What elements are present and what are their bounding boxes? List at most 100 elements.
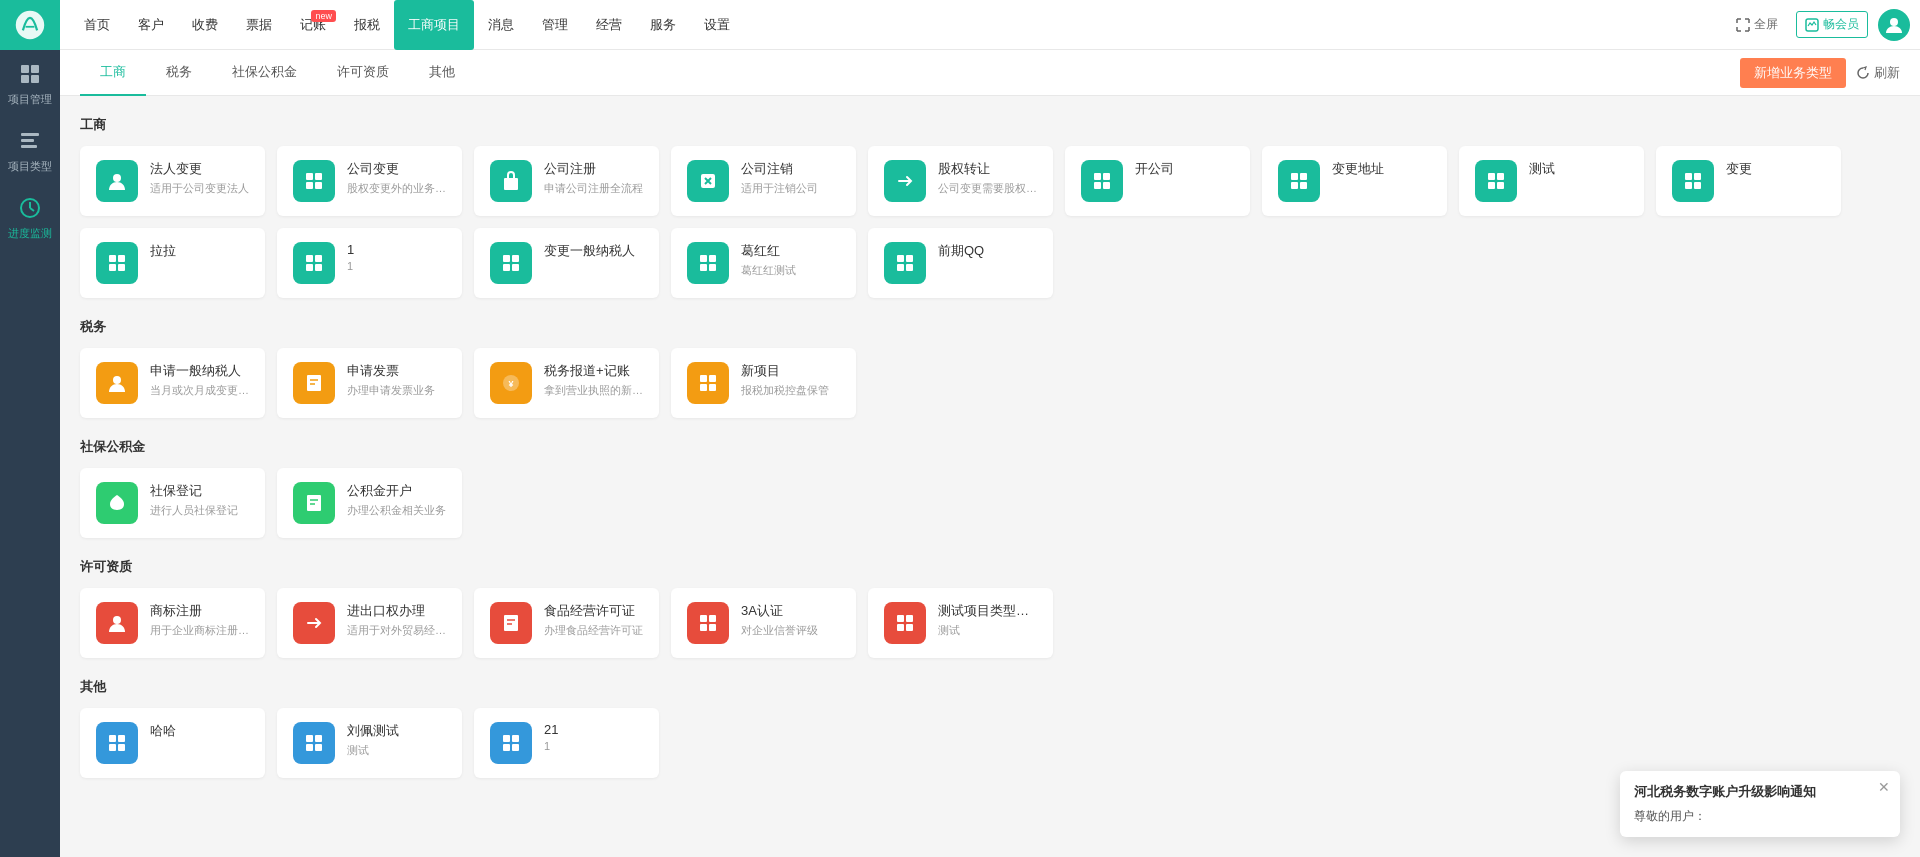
svg-rect-1 — [21, 65, 29, 73]
nav-tax[interactable]: 报税 — [340, 0, 394, 50]
card-info: 公积金开户 办理公积金相关业务 — [347, 482, 446, 518]
card-name: 申请发票 — [347, 362, 446, 380]
card-fund-account[interactable]: 公积金开户 办理公积金相关业务 — [277, 468, 462, 538]
card-desc: 报税加税控盘保管 — [741, 383, 840, 398]
card-icon-company-register — [490, 160, 532, 202]
card-trademark[interactable]: 商标注册 用于企业商标注册服务 — [80, 588, 265, 658]
svg-rect-21 — [1103, 182, 1110, 189]
nav-settings[interactable]: 设置 — [690, 0, 744, 50]
card-social-register[interactable]: 社保登记 进行人员社保登记 — [80, 468, 265, 538]
svg-rect-27 — [1497, 173, 1504, 180]
card-company-cancel[interactable]: 公司注销 适用于注销公司 — [671, 146, 856, 216]
svg-rect-82 — [512, 735, 519, 742]
svg-rect-34 — [109, 255, 116, 262]
card-lala[interactable]: 拉拉 — [80, 228, 265, 298]
card-name: 商标注册 — [150, 602, 249, 620]
fullscreen-button[interactable]: 全屏 — [1728, 12, 1786, 37]
card-legal-change[interactable]: 法人变更 适用于公司变更法人 — [80, 146, 265, 216]
nav-manage[interactable]: 管理 — [528, 0, 582, 50]
nav-collection[interactable]: 收费 — [178, 0, 232, 50]
nav-invoice[interactable]: 票据 — [232, 0, 286, 50]
nav-customer[interactable]: 客户 — [124, 0, 178, 50]
card-name: 拉拉 — [150, 242, 249, 260]
card-import-export[interactable]: 进出口权办理 适用于对外贸易经营者 — [277, 588, 462, 658]
card-desc: 用于企业商标注册服务 — [150, 623, 249, 638]
tab-social-insurance[interactable]: 社保公积金 — [212, 50, 317, 96]
svg-rect-7 — [21, 145, 37, 148]
social-cards-grid: 社保登记 进行人员社保登记 公积金开户 办理公积金相关业务 — [80, 468, 1900, 538]
card-tax-report[interactable]: ¥ 税务报道+记账 拿到营业执照的新公司 — [474, 348, 659, 418]
card-new-project[interactable]: 新项目 报税加税控盘保管 — [671, 348, 856, 418]
card-test[interactable]: 测试 — [1459, 146, 1644, 216]
svg-rect-12 — [306, 173, 313, 180]
refresh-button[interactable]: 刷新 — [1856, 64, 1900, 82]
card-name: 变更地址 — [1332, 160, 1431, 178]
svg-rect-38 — [306, 255, 313, 262]
sidebar-item-project-type[interactable]: 项目类型 — [0, 117, 60, 184]
svg-rect-47 — [709, 255, 716, 262]
card-icon-liupei — [293, 722, 335, 764]
svg-rect-43 — [512, 255, 519, 262]
card-info: 3A认证 对企业信誉评级 — [741, 602, 840, 638]
card-one[interactable]: 1 1 — [277, 228, 462, 298]
card-change-taxpayer[interactable]: 变更一般纳税人 — [474, 228, 659, 298]
card-desc: 测试 — [938, 623, 1037, 638]
card-info: 股权转让 公司变更需要股权转让 — [938, 160, 1037, 196]
tab-other[interactable]: 其他 — [409, 50, 475, 96]
card-name: 哈哈 — [150, 722, 249, 740]
card-desc: 适用于公司变更法人 — [150, 181, 249, 196]
card-3a-cert[interactable]: 3A认证 对企业信誉评级 — [671, 588, 856, 658]
nav-accounting[interactable]: 记账 new — [286, 0, 340, 50]
card-company-register[interactable]: 公司注册 申请公司注册全流程 — [474, 146, 659, 216]
card-name: 21 — [544, 722, 643, 737]
nav-message[interactable]: 消息 — [474, 0, 528, 50]
card-open-company[interactable]: 开公司 — [1065, 146, 1250, 216]
tab-industry[interactable]: 工商 — [80, 50, 146, 96]
member-button[interactable]: 畅会员 — [1796, 11, 1868, 38]
svg-rect-75 — [109, 744, 116, 751]
card-name: 进出口权办理 — [347, 602, 446, 620]
avatar[interactable] — [1878, 9, 1910, 41]
card-apply-taxpayer[interactable]: 申请一般纳税人 当月或次月成变更完成 — [80, 348, 265, 418]
card-change-address[interactable]: 变更地址 — [1262, 146, 1447, 216]
card-info: 1 1 — [347, 242, 446, 272]
member-icon — [1805, 18, 1819, 32]
notification-close-button[interactable]: ✕ — [1878, 779, 1890, 795]
card-name: 前期QQ — [938, 242, 1037, 260]
svg-rect-80 — [315, 744, 322, 751]
svg-rect-61 — [709, 384, 716, 391]
scroll-content[interactable]: 工商 法人变更 适用于公司变更法人 — [60, 96, 1920, 857]
svg-rect-79 — [306, 744, 313, 751]
svg-rect-71 — [897, 624, 904, 631]
svg-rect-16 — [504, 178, 518, 190]
svg-rect-73 — [109, 735, 116, 742]
nav-operation[interactable]: 经营 — [582, 0, 636, 50]
card-company-change[interactable]: 公司变更 股权变更外的业务变更 — [277, 146, 462, 216]
card-icon-company-change — [293, 160, 335, 202]
card-haha[interactable]: 哈哈 — [80, 708, 265, 778]
card-desc: 1 — [544, 740, 643, 752]
card-apply-invoice[interactable]: 申请发票 办理申请发票业务 — [277, 348, 462, 418]
nav-home[interactable]: 首页 — [70, 0, 124, 50]
card-change2[interactable]: 变更 — [1656, 146, 1841, 216]
avatar-icon — [1885, 16, 1903, 34]
tab-tax[interactable]: 税务 — [146, 50, 212, 96]
tab-license[interactable]: 许可资质 — [317, 50, 409, 96]
card-equity-transfer[interactable]: 股权转让 公司变更需要股权转让 — [868, 146, 1053, 216]
card-21[interactable]: 21 1 — [474, 708, 659, 778]
card-gehonghong[interactable]: 葛红红 葛红红测试 — [671, 228, 856, 298]
svg-rect-50 — [897, 255, 904, 262]
card-liupei-test[interactable]: 刘佩测试 测试 — [277, 708, 462, 778]
add-type-button[interactable]: 新增业务类型 — [1740, 58, 1846, 88]
card-food-license[interactable]: 食品经营许可证 办理食品经营许可证 — [474, 588, 659, 658]
nav-industry[interactable]: 工商项目 — [394, 0, 474, 50]
nav-service[interactable]: 服务 — [636, 0, 690, 50]
sidebar-item-progress-monitor[interactable]: 进度监测 — [0, 184, 60, 251]
card-test-type-def[interactable]: 测试项目类型定义 测试 — [868, 588, 1053, 658]
sidebar-item-project-manage[interactable]: 项目管理 — [0, 50, 60, 117]
svg-rect-29 — [1497, 182, 1504, 189]
svg-rect-33 — [1694, 182, 1701, 189]
card-earlyqq[interactable]: 前期QQ — [868, 228, 1053, 298]
topnav: 首页 客户 收费 票据 记账 new 报税 工商项目 消息 管理 经营 服务 设… — [60, 0, 1920, 50]
svg-rect-68 — [709, 624, 716, 631]
